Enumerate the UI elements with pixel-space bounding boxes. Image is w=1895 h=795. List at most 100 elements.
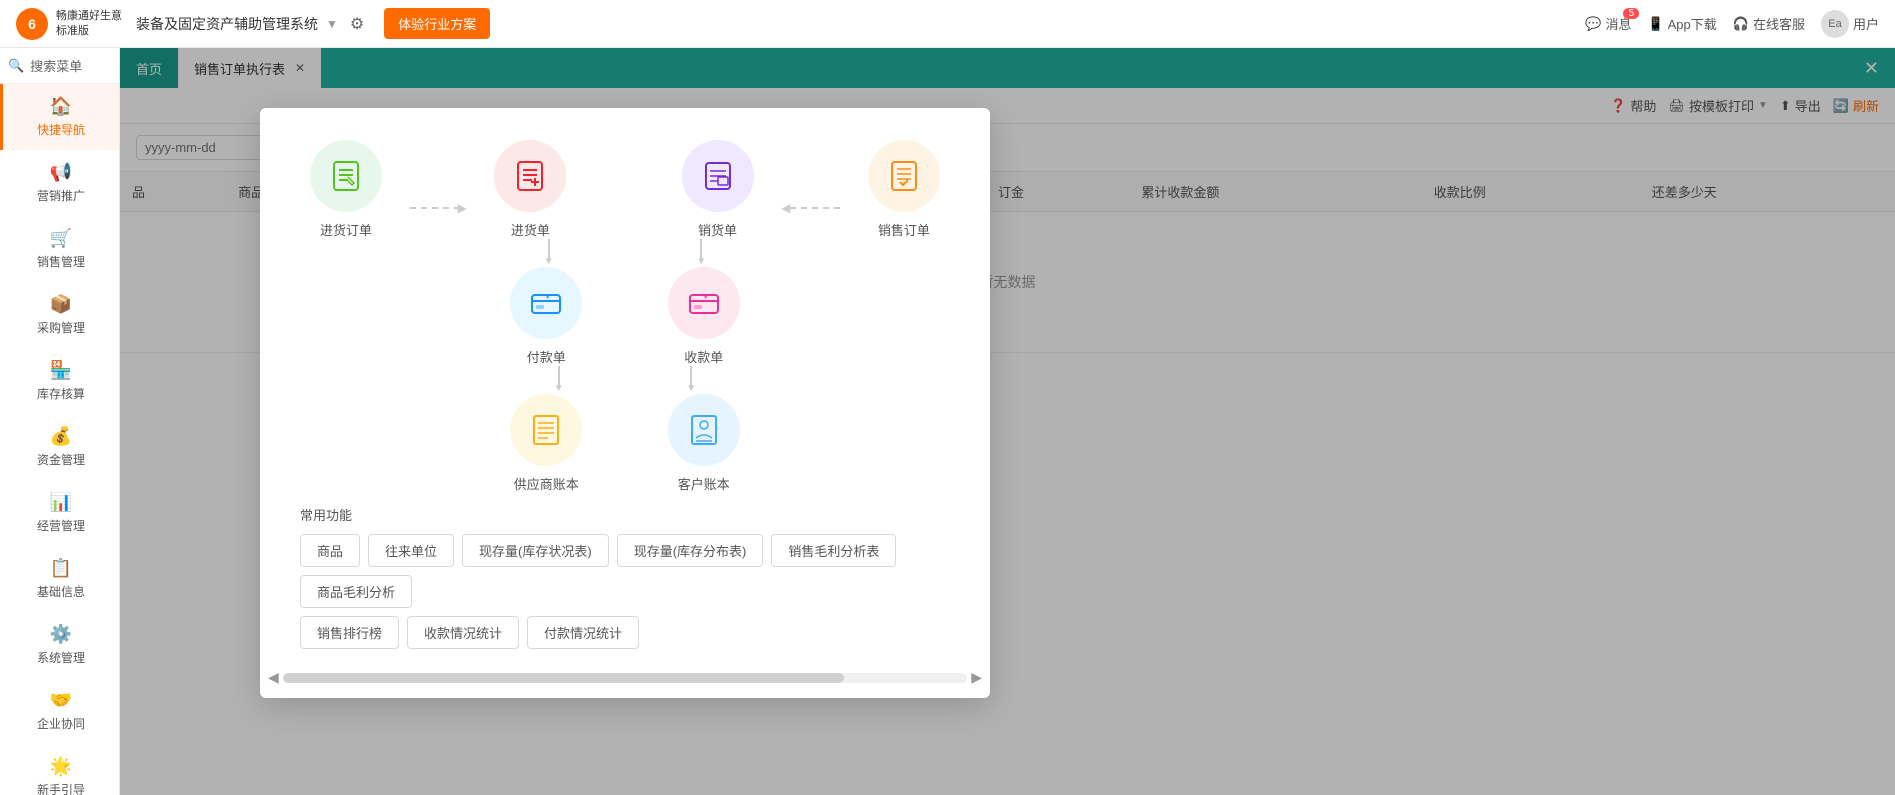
- receipt-icon: ¥: [668, 267, 740, 339]
- sidebar-item-operation[interactable]: 📊 经营管理: [0, 480, 119, 546]
- sidebar-item-quick-guide[interactable]: 🏠 快捷导航: [0, 84, 119, 150]
- logo-area: 6 畅康通好生意 标准版: [16, 8, 136, 40]
- sidebar-item-purchase[interactable]: 📦 采购管理: [0, 282, 119, 348]
- header-right: 💬 消息 5 📱 App下载 🎧 在线客服 Ea 用户: [1585, 10, 1879, 38]
- newbie-icon: 🌟: [50, 756, 72, 777]
- logo-text: 畅康通好生意 标准版: [56, 9, 122, 38]
- message-icon: 💬: [1585, 16, 1601, 32]
- service-icon: 🎧: [1733, 16, 1749, 32]
- customer-account-label: 客户账本: [678, 474, 730, 493]
- payment-label: 付款单: [527, 347, 566, 366]
- finance-icon: 💰: [50, 426, 72, 447]
- supplier-account-icon: [510, 394, 582, 466]
- download-icon: 📱: [1647, 16, 1663, 32]
- sidebar-item-cooperation[interactable]: 🤝 企业协同: [0, 678, 119, 744]
- app-title: 装备及固定资产辅助管理系统: [136, 14, 318, 34]
- sidebar-item-newbie[interactable]: 🌟 新手引导: [0, 744, 119, 795]
- customer-account-icon: [668, 394, 740, 466]
- scroll-left-arrow[interactable]: ◀: [268, 669, 279, 686]
- func-btn-contacts[interactable]: 往来单位: [368, 534, 454, 567]
- sales-order-node[interactable]: 销售订单: [868, 140, 940, 239]
- message-badge: 5: [1623, 8, 1639, 19]
- supplier-account-label: 供应商账本: [514, 474, 579, 493]
- scrollbar-track[interactable]: [283, 673, 967, 683]
- marketing-icon: 📢: [50, 162, 72, 183]
- basic-icon: 📋: [50, 558, 72, 579]
- sales-bill-node[interactable]: 销货单: [682, 140, 754, 239]
- arrow-po-pb: ▶: [410, 201, 467, 239]
- online-service-item[interactable]: 🎧 在线客服: [1733, 14, 1805, 33]
- purchase-bill-label: 进货单: [511, 220, 550, 239]
- sales-order-icon: [868, 140, 940, 212]
- scrollbar-thumb: [283, 673, 844, 683]
- supplier-account-node[interactable]: 供应商账本: [510, 394, 582, 493]
- row2-nodes: ¥ 付款单 ¥: [310, 267, 940, 366]
- arrows-row3: ▼ ▼: [310, 366, 940, 394]
- arrow-down-sb: ▼: [665, 239, 737, 267]
- sidebar: 🔍 搜索菜单 🏠 快捷导航 📢 营销推广 🛒 销售管理 📦 采购管理 🏪 库存核…: [0, 48, 120, 795]
- purchase-order-node[interactable]: 进货订单: [310, 140, 382, 239]
- arrows-row2: ▼ ▼: [310, 239, 940, 267]
- customer-account-node[interactable]: 客户账本: [668, 394, 740, 493]
- payment-icon: ¥: [510, 267, 582, 339]
- sales-icon: 🛒: [50, 228, 72, 249]
- sidebar-item-inventory[interactable]: 🏪 库存核算: [0, 348, 119, 414]
- arrow-down-rec: ▼: [655, 366, 727, 394]
- common-functions-section: 常用功能 商品 往来单位 现存量(库存状况表) 现存量(库存分布表) 销售毛利分…: [260, 493, 990, 665]
- purchase-bill-icon: [494, 140, 566, 212]
- sidebar-item-system[interactable]: ⚙️ 系统管理: [0, 612, 119, 678]
- purchase-bill-node[interactable]: 进货单: [494, 140, 566, 239]
- app-download-item[interactable]: 📱 App下载: [1647, 14, 1716, 33]
- payment-node[interactable]: ¥ 付款单: [510, 267, 582, 366]
- user-item[interactable]: Ea 用户: [1821, 10, 1879, 38]
- arrow-down-pay: ▼: [523, 366, 595, 394]
- func-buttons-row1: 商品 往来单位 现存量(库存状况表) 现存量(库存分布表) 销售毛利分析表 商品…: [300, 534, 950, 608]
- flowchart-area: 进货订单 ▶: [260, 108, 990, 493]
- func-btn-goods-gross[interactable]: 商品毛利分析: [300, 575, 412, 608]
- trial-button[interactable]: 体验行业方案: [384, 8, 490, 39]
- purchase-order-label: 进货订单: [320, 220, 372, 239]
- func-btn-sales-gross[interactable]: 销售毛利分析表: [771, 534, 896, 567]
- sales-bill-label: 销货单: [698, 220, 737, 239]
- row3-nodes: 供应商账本 客: [310, 394, 940, 493]
- func-btn-receipt-stats[interactable]: 收款情况统计: [407, 616, 519, 649]
- home-icon: 🏠: [50, 96, 72, 117]
- search-menu[interactable]: 🔍 搜索菜单: [0, 48, 119, 84]
- func-btn-stock-dist[interactable]: 现存量(库存分布表): [617, 534, 764, 567]
- arrow-so-sb: ◀: [781, 201, 840, 239]
- message-item[interactable]: 💬 消息 5: [1585, 14, 1631, 33]
- sidebar-item-sales[interactable]: 🛒 销售管理: [0, 216, 119, 282]
- settings-icon[interactable]: ⚙: [350, 14, 364, 34]
- modal-overlay[interactable]: 进货订单 ▶: [120, 48, 1895, 795]
- operation-icon: 📊: [50, 492, 72, 513]
- func-btn-sales-rank[interactable]: 销售排行榜: [300, 616, 399, 649]
- func-buttons-row2: 销售排行榜 收款情况统计 付款情况统计: [300, 616, 950, 649]
- purchase-icon: 📦: [50, 294, 72, 315]
- common-func-title: 常用功能: [300, 505, 950, 524]
- purchase-order-icon: [310, 140, 382, 212]
- system-icon: ⚙️: [50, 624, 72, 645]
- main-layout: 🔍 搜索菜单 🏠 快捷导航 📢 营销推广 🛒 销售管理 📦 采购管理 🏪 库存核…: [0, 48, 1895, 795]
- inventory-icon: 🏪: [50, 360, 72, 381]
- sales-order-label: 销售订单: [878, 220, 930, 239]
- search-icon: 🔍: [8, 58, 24, 74]
- sidebar-item-finance[interactable]: 💰 资金管理: [0, 414, 119, 480]
- func-btn-payment-stats[interactable]: 付款情况统计: [527, 616, 639, 649]
- avatar: Ea: [1821, 10, 1849, 38]
- arrow-down-pb: ▼: [513, 239, 585, 267]
- modal-box: 进货订单 ▶: [260, 108, 990, 698]
- title-dropdown-icon[interactable]: ▼: [326, 17, 338, 31]
- sidebar-item-basic[interactable]: 📋 基础信息: [0, 546, 119, 612]
- func-btn-goods[interactable]: 商品: [300, 534, 360, 567]
- top-header: 6 畅康通好生意 标准版 装备及固定资产辅助管理系统 ▼ ⚙ 体验行业方案 💬 …: [0, 0, 1895, 48]
- receipt-label: 收款单: [684, 347, 723, 366]
- modal-scrollbar-area: ◀ ▶: [260, 665, 990, 698]
- sidebar-item-marketing[interactable]: 📢 营销推广: [0, 150, 119, 216]
- app-title-area: 装备及固定资产辅助管理系统 ▼ ⚙ 体验行业方案: [136, 8, 1585, 39]
- receipt-node[interactable]: ¥ 收款单: [668, 267, 740, 366]
- cooperation-icon: 🤝: [50, 690, 72, 711]
- sales-bill-icon: [682, 140, 754, 212]
- scroll-right-arrow[interactable]: ▶: [971, 669, 982, 686]
- main-content: 首页 销售订单执行表 ✕ ✕ ❓ 帮助 🖨 按模板打印 ▼: [120, 48, 1895, 795]
- func-btn-stock-status[interactable]: 现存量(库存状况表): [462, 534, 609, 567]
